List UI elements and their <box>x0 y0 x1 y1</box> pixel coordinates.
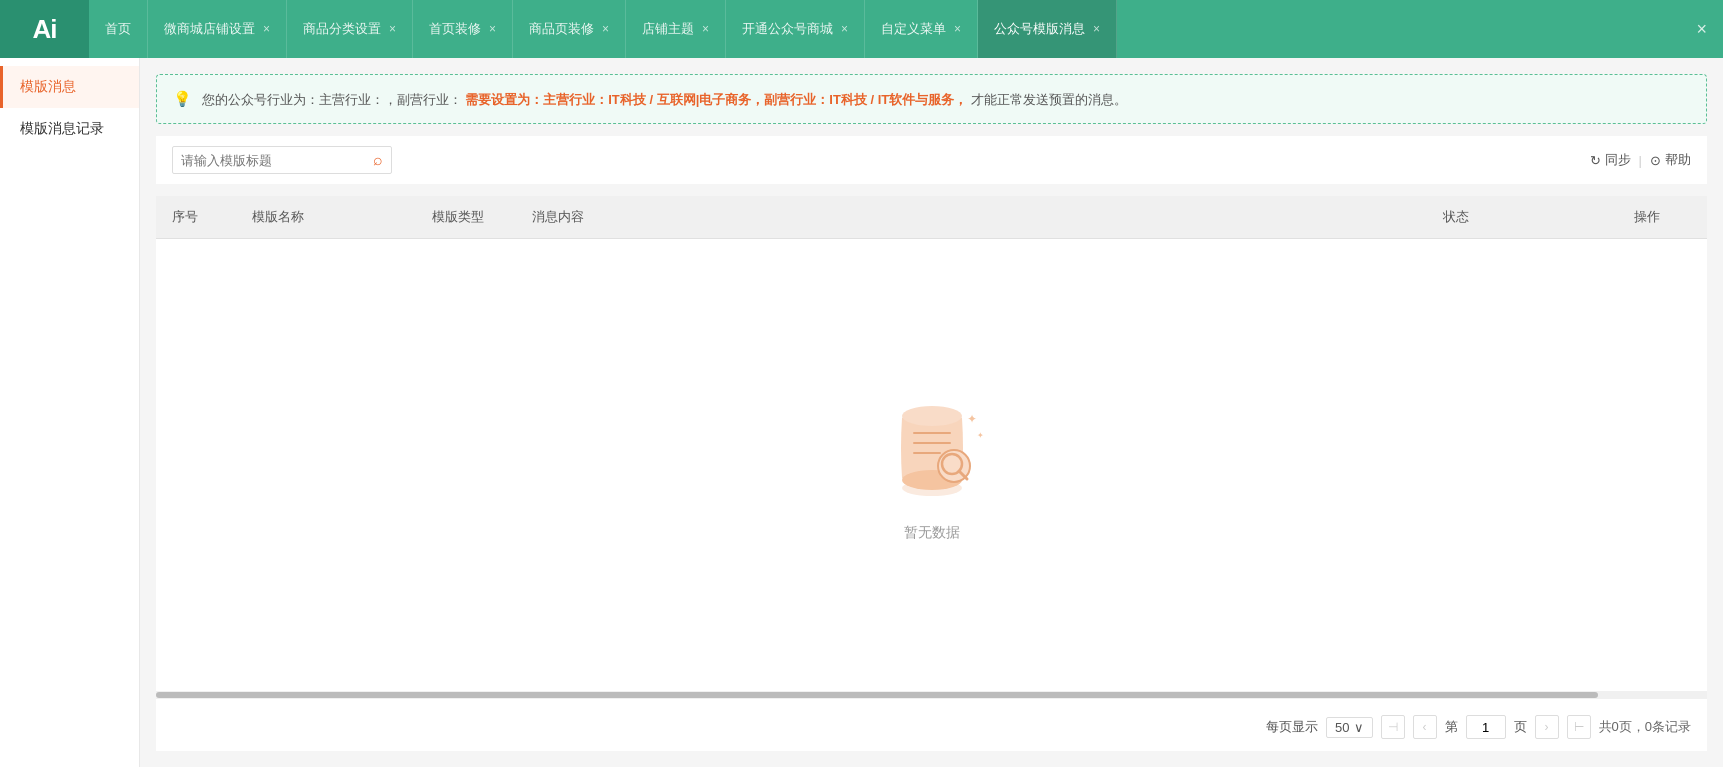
nav-tab-close-5[interactable]: × <box>702 22 709 36</box>
nav-tab-label-1: 微商城店铺设置 <box>164 20 255 38</box>
last-page-button[interactable]: ⊢ <box>1567 715 1591 739</box>
nav-tab-6[interactable]: 开通公众号商城 × <box>726 0 865 58</box>
sidebar-item-1[interactable]: 模版消息记录 <box>0 108 139 150</box>
nav-tab-close-7[interactable]: × <box>954 22 961 36</box>
notice-icon: 💡 <box>173 90 192 107</box>
sidebar: 模版消息模版消息记录 <box>0 58 140 767</box>
app-logo: Ai <box>0 0 89 58</box>
next-page-button[interactable]: › <box>1535 715 1559 739</box>
page-size-chevron: ∨ <box>1354 720 1364 735</box>
page-size-value: 50 <box>1335 720 1349 735</box>
page-label: 页 <box>1514 718 1527 736</box>
nav-tab-close-3[interactable]: × <box>489 22 496 36</box>
svg-text:✦: ✦ <box>977 431 984 440</box>
sync-button[interactable]: ↻ 同步 <box>1590 151 1631 169</box>
notice-prefix: 您的公众号行业为：主营行业：，副营行业： <box>202 92 462 107</box>
page-size-select[interactable]: 50 ∨ <box>1326 717 1372 738</box>
sync-label: 同步 <box>1605 151 1631 169</box>
nav-tab-label-6: 开通公众号商城 <box>742 20 833 38</box>
col-name: 模版名称 <box>236 196 416 238</box>
nav-tab-label-0: 首页 <box>105 20 131 38</box>
main-layout: 模版消息模版消息记录 💡 您的公众号行业为：主营行业：，副营行业： 需要设置为：… <box>0 58 1723 767</box>
nav-tab-label-2: 商品分类设置 <box>303 20 381 38</box>
empty-text: 暂无数据 <box>904 524 960 542</box>
nav-tab-close-8[interactable]: × <box>1093 22 1100 36</box>
notice-suffix: 才能正常发送预置的消息。 <box>971 92 1127 107</box>
search-input-wrapper[interactable]: ⌕ <box>172 146 392 174</box>
col-seq: 序号 <box>156 196 236 238</box>
search-input[interactable] <box>181 153 367 168</box>
col-status: 状态 <box>1427 196 1587 238</box>
table-header: 序号 模版名称 模版类型 消息内容 状态 操作 <box>156 196 1707 239</box>
page-prefix: 第 <box>1445 718 1458 736</box>
nav-tab-close-1[interactable]: × <box>263 22 270 36</box>
top-nav: Ai 首页微商城店铺设置×商品分类设置×首页装修×商品页装修×店铺主题×开通公众… <box>0 0 1723 58</box>
col-content: 消息内容 <box>516 196 1427 238</box>
col-type: 模版类型 <box>416 196 516 238</box>
sync-icon: ↻ <box>1590 153 1601 168</box>
total-info: 共0页，0条记录 <box>1599 718 1691 736</box>
nav-tab-4[interactable]: 商品页装修 × <box>513 0 626 58</box>
table-container: 序号 模版名称 模版类型 消息内容 状态 操作 <box>156 196 1707 751</box>
scroll-thumb[interactable] <box>156 692 1598 698</box>
nav-tab-5[interactable]: 店铺主题 × <box>626 0 726 58</box>
nav-tab-label-3: 首页装修 <box>429 20 481 38</box>
pagination-bar: 每页显示 50 ∨ ⊣ ‹ 第 页 › ⊢ 共0页，0条记录 <box>156 707 1707 751</box>
empty-icon: ✦ ✦ <box>872 388 992 508</box>
nav-tab-2[interactable]: 商品分类设置 × <box>287 0 413 58</box>
empty-state: ✦ ✦ 暂无数据 <box>156 239 1707 691</box>
prev-page-button[interactable]: ‹ <box>1413 715 1437 739</box>
notice-highlight: 需要设置为：主营行业：IT科技 / 互联网|电子商务，副营行业：IT科技 / I… <box>465 92 967 107</box>
current-page-input[interactable] <box>1466 715 1506 739</box>
search-bar: ⌕ ↻ 同步 | ⊙ 帮助 <box>156 136 1707 184</box>
nav-tabs: 首页微商城店铺设置×商品分类设置×首页装修×商品页装修×店铺主题×开通公众号商城… <box>89 0 1680 58</box>
content-area: 💡 您的公众号行业为：主营行业：，副营行业： 需要设置为：主营行业：IT科技 /… <box>140 58 1723 767</box>
nav-tab-label-7: 自定义菜单 <box>881 20 946 38</box>
svg-point-1 <box>902 406 962 426</box>
nav-tab-8[interactable]: 公众号模版消息 × <box>978 0 1117 58</box>
nav-tab-0[interactable]: 首页 <box>89 0 148 58</box>
nav-tab-1[interactable]: 微商城店铺设置 × <box>148 0 287 58</box>
nav-tab-close-2[interactable]: × <box>389 22 396 36</box>
help-label: 帮助 <box>1665 151 1691 169</box>
close-all-button[interactable]: × <box>1680 0 1723 58</box>
scroll-track[interactable] <box>156 691 1707 699</box>
help-button[interactable]: ⊙ 帮助 <box>1650 151 1691 169</box>
nav-tab-7[interactable]: 自定义菜单 × <box>865 0 978 58</box>
sidebar-item-0[interactable]: 模版消息 <box>0 66 139 108</box>
nav-tab-label-4: 商品页装修 <box>529 20 594 38</box>
nav-tab-label-5: 店铺主题 <box>642 20 694 38</box>
first-page-button[interactable]: ⊣ <box>1381 715 1405 739</box>
nav-tab-3[interactable]: 首页装修 × <box>413 0 513 58</box>
divider: | <box>1639 153 1642 168</box>
nav-tab-close-4[interactable]: × <box>602 22 609 36</box>
nav-tab-label-8: 公众号模版消息 <box>994 20 1085 38</box>
svg-text:✦: ✦ <box>967 412 977 426</box>
col-action: 操作 <box>1587 196 1707 238</box>
help-icon: ⊙ <box>1650 153 1661 168</box>
nav-tab-close-6[interactable]: × <box>841 22 848 36</box>
toolbar-right: ↻ 同步 | ⊙ 帮助 <box>1590 151 1691 169</box>
notice-banner: 💡 您的公众号行业为：主营行业：，副营行业： 需要设置为：主营行业：IT科技 /… <box>156 74 1707 124</box>
search-icon[interactable]: ⌕ <box>373 151 383 169</box>
page-size-label: 每页显示 <box>1266 718 1318 736</box>
